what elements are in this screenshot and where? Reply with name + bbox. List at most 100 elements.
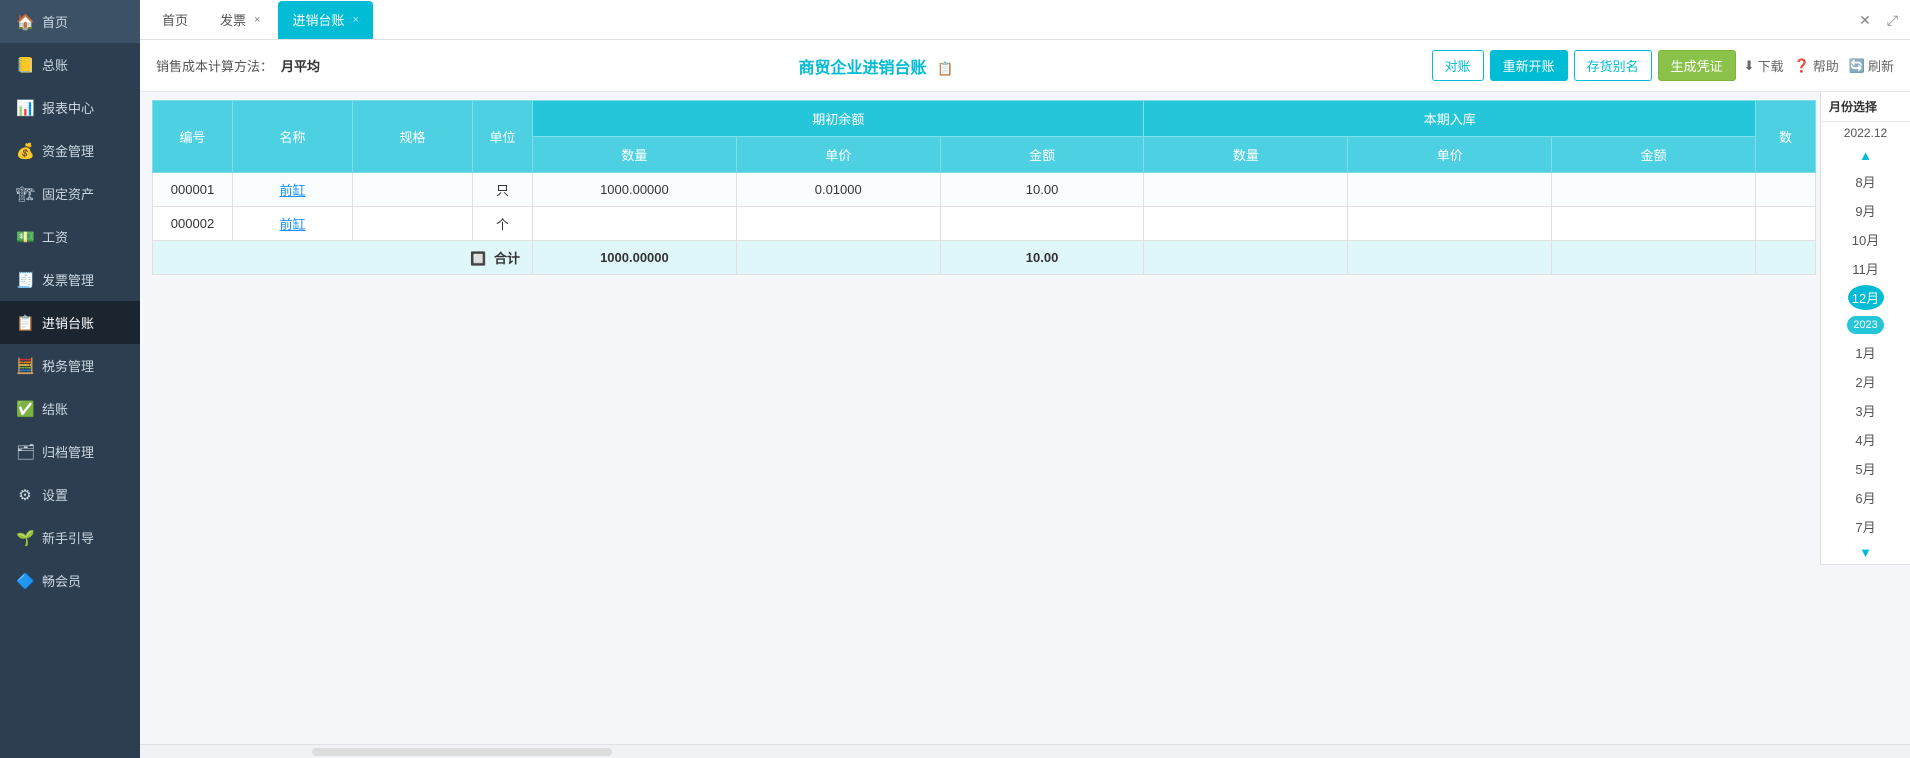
month-11[interactable]: 11月 bbox=[1821, 254, 1910, 283]
member-icon: 🔷 bbox=[16, 572, 34, 590]
year-badge: 2023 bbox=[1847, 316, 1883, 334]
sidebar-item-salary[interactable]: 💵 工资 bbox=[0, 215, 140, 258]
total-in-price bbox=[1348, 241, 1552, 275]
cell-name[interactable]: 前缸 bbox=[233, 173, 353, 207]
month-5[interactable]: 5月 bbox=[1821, 454, 1910, 483]
month-10[interactable]: 10月 bbox=[1821, 225, 1910, 254]
month-7[interactable]: 7月 bbox=[1821, 512, 1910, 541]
cost-method-value: 月平均 bbox=[281, 56, 320, 75]
month-6[interactable]: 6月 bbox=[1821, 483, 1910, 512]
sidebar-item-general-ledger[interactable]: 📒 总账 bbox=[0, 43, 140, 86]
cell-unit: 个 bbox=[473, 207, 533, 241]
total-row: 🔲 合计 1000.00000 10.00 bbox=[153, 241, 1816, 275]
month-1[interactable]: 1月 bbox=[1821, 338, 1910, 367]
close-window-button[interactable]: ✕ bbox=[1855, 8, 1875, 33]
sub-header-in-qty: 数量 bbox=[1144, 137, 1348, 173]
toolbar-extra: ⬇ 下载 ❓ 帮助 🔄 刷新 bbox=[1744, 56, 1894, 75]
sidebar: 🏠 首页 📒 总账 📊 报表中心 💰 资金管理 🏗 固定资产 💵 工资 🧾 发票… bbox=[0, 0, 140, 758]
cell-in-price bbox=[1348, 173, 1552, 207]
window-controls: ✕ ⤢ bbox=[1847, 0, 1910, 40]
ledger-icon: 📒 bbox=[16, 56, 34, 74]
help-button[interactable]: ❓ 帮助 bbox=[1794, 56, 1839, 75]
total-qi-price bbox=[736, 241, 940, 275]
month-9[interactable]: 9月 bbox=[1821, 196, 1910, 225]
horizontal-scrollbar[interactable] bbox=[312, 748, 612, 756]
main-area: 首页 发票 × 进销台账 × ✕ ⤢ 销售成本计算方法： 月平均 商贸企业进销台… bbox=[140, 0, 1910, 758]
tab-invoice[interactable]: 发票 × bbox=[206, 1, 274, 39]
refresh-icon: 🔄 bbox=[1849, 58, 1865, 74]
refresh-button[interactable]: 🔄 刷新 bbox=[1849, 56, 1894, 75]
sidebar-item-fixed-assets[interactable]: 🏗 固定资产 bbox=[0, 172, 140, 215]
month-2[interactable]: 2月 bbox=[1821, 367, 1910, 396]
cell-id: 000001 bbox=[153, 173, 233, 207]
sub-header-qi-price: 单价 bbox=[736, 137, 940, 173]
reopen-button[interactable]: 重新开账 bbox=[1490, 50, 1568, 81]
cell-id: 000002 bbox=[153, 207, 233, 241]
download-button[interactable]: ⬇ 下载 bbox=[1744, 56, 1784, 75]
archive-icon: 🗂 bbox=[16, 443, 34, 461]
salary-icon: 💵 bbox=[16, 228, 34, 246]
reconcile-button[interactable]: 对账 bbox=[1432, 50, 1484, 81]
sidebar-item-report-center[interactable]: 📊 报表中心 bbox=[0, 86, 140, 129]
month-4[interactable]: 4月 bbox=[1821, 425, 1910, 454]
tab-inventory-label: 进销台账 bbox=[292, 10, 344, 29]
total-qi-qty: 1000.00000 bbox=[533, 241, 737, 275]
tab-inventory-close[interactable]: × bbox=[352, 14, 358, 26]
sidebar-item-settings[interactable]: ⚙ 设置 bbox=[0, 473, 140, 516]
month-8[interactable]: 8月 bbox=[1821, 167, 1910, 196]
sidebar-item-guide[interactable]: 🌱 新手引导 bbox=[0, 516, 140, 559]
maximize-window-button[interactable]: ⤢ bbox=[1883, 8, 1902, 33]
total-in-qty bbox=[1144, 241, 1348, 275]
generate-voucher-button[interactable]: 生成凭证 bbox=[1658, 50, 1736, 81]
col-group-inbound: 本期入库 bbox=[1144, 101, 1756, 137]
total-in-amount bbox=[1552, 241, 1756, 275]
col-header-extra: 数 bbox=[1756, 101, 1816, 173]
year-2022: 2022.12 bbox=[1821, 122, 1910, 144]
sidebar-item-archive-management[interactable]: 🗂 归档管理 bbox=[0, 430, 140, 473]
col-header-unit: 单位 bbox=[473, 101, 533, 173]
cell-in-amount bbox=[1552, 173, 1756, 207]
month-picker-panel: 月份选择 2022.12 ▲ 8月 9月 10月 11月 12月 2023 1月… bbox=[1820, 92, 1910, 565]
settings-icon: ⚙ bbox=[16, 486, 34, 504]
sidebar-item-inventory-ledger[interactable]: 📋 进销台账 bbox=[0, 301, 140, 344]
sidebar-item-tax-management[interactable]: 🧮 税务管理 bbox=[0, 344, 140, 387]
report-icon: 📊 bbox=[16, 99, 34, 117]
save-alias-button[interactable]: 存货别名 bbox=[1574, 50, 1652, 81]
cell-qi-amount: 10.00 bbox=[940, 173, 1144, 207]
cell-name[interactable]: 前缸 bbox=[233, 207, 353, 241]
page-title: 商贸企业进销台账 📋 bbox=[328, 54, 1424, 78]
total-label: 🔲 合计 bbox=[153, 241, 533, 275]
cell-in-amount bbox=[1552, 207, 1756, 241]
month-scroll-down[interactable]: ▼ bbox=[1821, 541, 1910, 564]
footer-bar bbox=[140, 744, 1910, 758]
cell-in-qty bbox=[1144, 173, 1348, 207]
toolbar-actions: 对账 重新开账 存货别名 生成凭证 bbox=[1432, 50, 1736, 81]
cell-in-qty bbox=[1144, 207, 1348, 241]
col-header-spec: 规格 bbox=[353, 101, 473, 173]
inventory-table: 编号 名称 规格 单位 期初余额 本期入库 数 数量 单价 金额 数 bbox=[152, 100, 1816, 275]
cell-qi-qty: 1000.00000 bbox=[533, 173, 737, 207]
sidebar-item-invoice-management[interactable]: 🧾 发票管理 bbox=[0, 258, 140, 301]
cell-spec bbox=[353, 207, 473, 241]
tab-inventory-ledger[interactable]: 进销台账 × bbox=[278, 1, 372, 39]
sidebar-item-settlement[interactable]: ✅ 结账 bbox=[0, 387, 140, 430]
tab-bar: 首页 发票 × 进销台账 × ✕ ⤢ bbox=[140, 0, 1910, 40]
cell-extra bbox=[1756, 207, 1816, 241]
month-scroll-up[interactable]: ▲ bbox=[1821, 144, 1910, 167]
title-info-icon[interactable]: 📋 bbox=[937, 61, 953, 76]
tab-home[interactable]: 首页 bbox=[148, 1, 202, 39]
invoice-icon: 🧾 bbox=[16, 271, 34, 289]
home-icon: 🏠 bbox=[16, 13, 34, 31]
tab-invoice-close[interactable]: × bbox=[254, 14, 260, 26]
month-picker-header: 月份选择 bbox=[1821, 92, 1910, 122]
cell-spec bbox=[353, 173, 473, 207]
month-3[interactable]: 3月 bbox=[1821, 396, 1910, 425]
month-12[interactable]: 12月 bbox=[1848, 285, 1884, 310]
sidebar-item-fund-management[interactable]: 💰 资金管理 bbox=[0, 129, 140, 172]
sub-header-in-price: 单价 bbox=[1348, 137, 1552, 173]
sidebar-item-member[interactable]: 🔷 畅会员 bbox=[0, 559, 140, 602]
col-header-name: 名称 bbox=[233, 101, 353, 173]
sidebar-item-home[interactable]: 🏠 首页 bbox=[0, 0, 140, 43]
col-header-id: 编号 bbox=[153, 101, 233, 173]
assets-icon: 🏗 bbox=[16, 185, 34, 203]
